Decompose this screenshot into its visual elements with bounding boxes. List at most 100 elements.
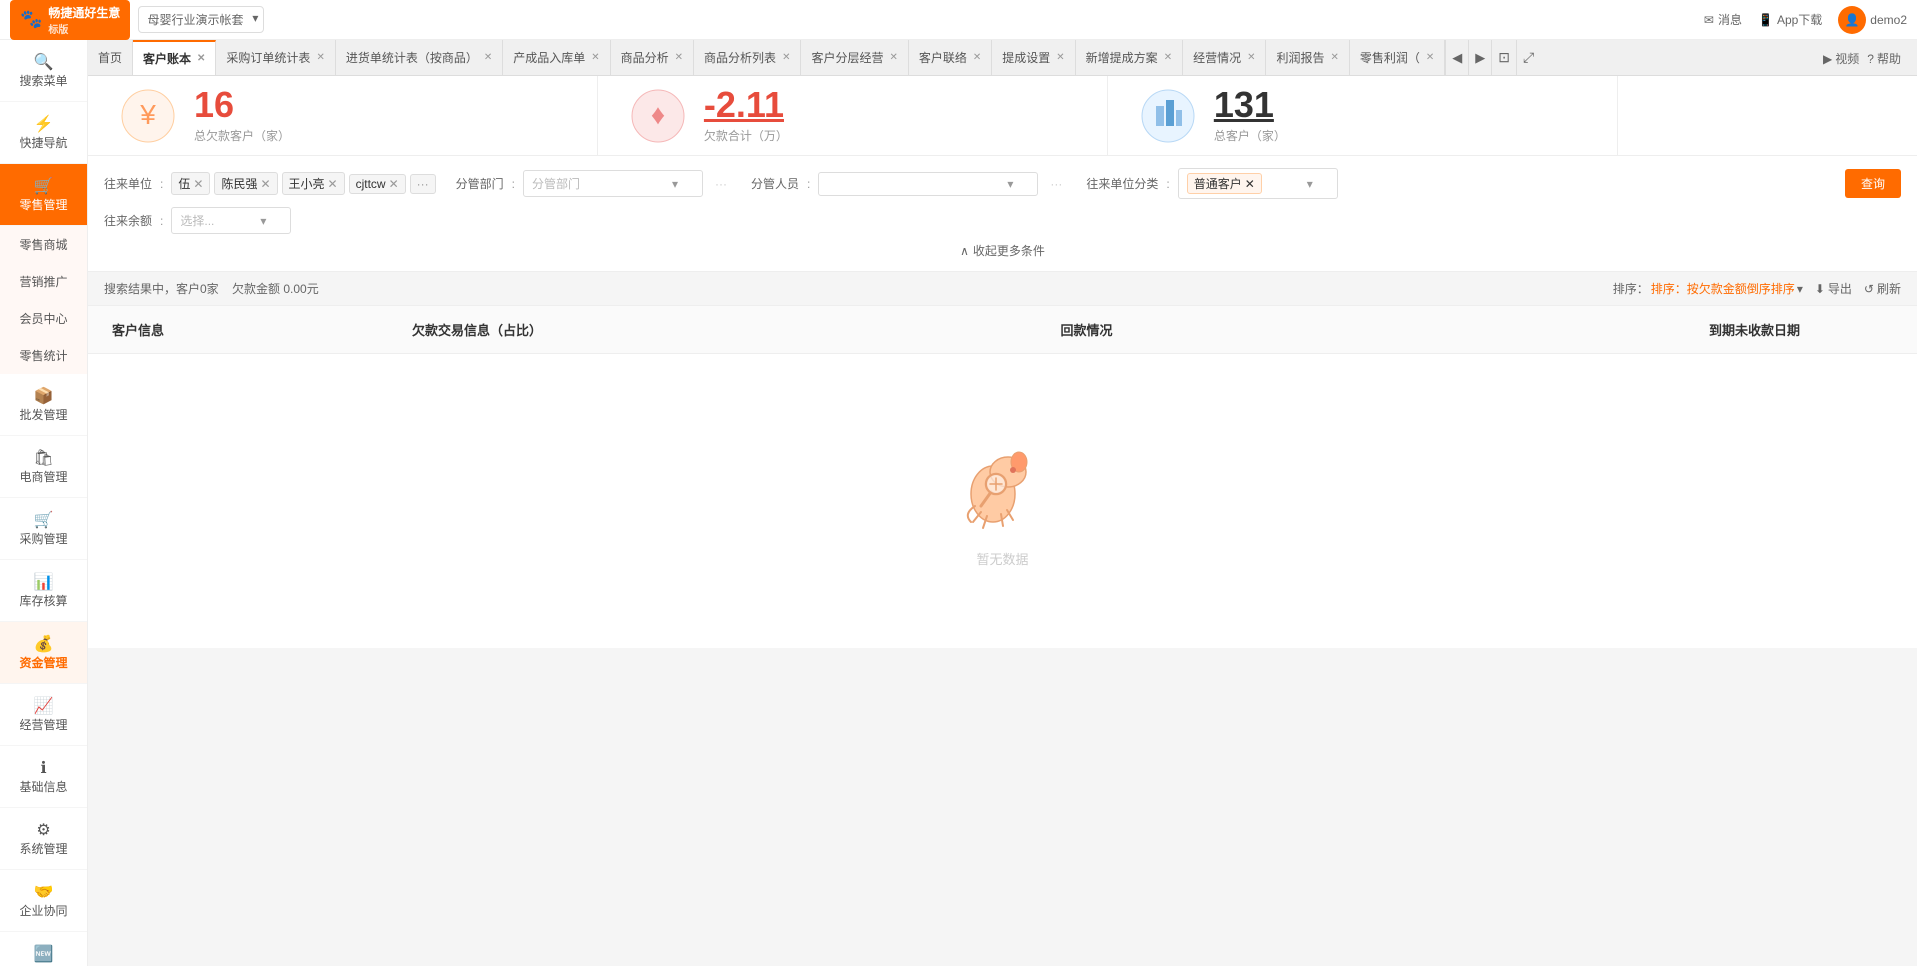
- tab-profit-report[interactable]: 利润报告 ✕: [1266, 40, 1349, 76]
- unit-tag-more[interactable]: ···: [410, 174, 436, 194]
- collapse-btn[interactable]: ∧ 收起更多条件: [104, 242, 1901, 259]
- sidebar-item-basic-info[interactable]: ℹ 基础信息: [0, 746, 87, 808]
- data-table: 客户信息 欠款交易信息（占比） 回款情况 到期未收款日期: [88, 306, 1917, 648]
- top-bar-right: ✉ 消息 📱 App下载 👤 demo2: [1704, 6, 1907, 34]
- purchase-icon: 🛒: [8, 510, 79, 530]
- tab-proposal-settings[interactable]: 提成设置 ✕: [992, 40, 1075, 76]
- empty-state: 暂无数据: [88, 354, 1917, 648]
- person-colon: :: [807, 177, 810, 191]
- search-icon: 🔍: [8, 52, 79, 72]
- unit-tag-1-remove[interactable]: ✕: [193, 177, 203, 191]
- sidebar-item-retail-stats[interactable]: 零售统计: [0, 337, 87, 374]
- sidebar-item-marketing[interactable]: 营销推广: [0, 263, 87, 300]
- tab-goods-analysis-list[interactable]: 商品分析列表 ✕: [694, 40, 801, 76]
- stat-number-debt: -2.11: [704, 87, 788, 123]
- unit-tag-2-remove[interactable]: ✕: [260, 177, 270, 191]
- person-label: 分管人员: [751, 175, 799, 192]
- tab-close-production-stock[interactable]: ✕: [591, 52, 599, 63]
- tab-close-purchase-stats[interactable]: ✕: [484, 52, 492, 63]
- tab-close-goods-analysis[interactable]: ✕: [675, 52, 683, 63]
- tab-home[interactable]: 首页: [88, 40, 133, 76]
- tab-goods-analysis[interactable]: 商品分析 ✕: [611, 40, 694, 76]
- msg-btn[interactable]: ✉ 消息: [1704, 11, 1742, 28]
- unit-type-colon: :: [1166, 177, 1169, 191]
- chevron-up-icon: ∧: [960, 244, 969, 258]
- tab-accounts[interactable]: 客户账本 ✕: [133, 40, 216, 76]
- refresh-btn[interactable]: ↺ 刷新: [1864, 280, 1901, 297]
- tab-close-proposal-settings[interactable]: ✕: [1056, 52, 1064, 63]
- unit-colon: :: [160, 177, 163, 191]
- stat-number-all: 131: [1214, 87, 1286, 123]
- sort-chevron-icon: ▾: [1797, 282, 1803, 296]
- tab-close-new-proposal[interactable]: ✕: [1164, 52, 1172, 63]
- unit-type-input[interactable]: 普通客户 ✕ ▾: [1178, 168, 1338, 199]
- tab-close-profit-report[interactable]: ✕: [1331, 52, 1339, 63]
- msg-icon: ✉: [1704, 13, 1714, 27]
- tab-customer-contact[interactable]: 客户联络 ✕: [909, 40, 992, 76]
- app-download-btn[interactable]: 📱 App下载: [1758, 11, 1822, 28]
- sort-btn[interactable]: 排序： 排序：按欠款金额倒序排序 ▾: [1613, 280, 1803, 297]
- tab-production-stock[interactable]: 产成品入库单 ✕: [503, 40, 610, 76]
- sidebar-item-quick-nav[interactable]: ⚡ 快捷导航: [0, 102, 87, 164]
- stat-card-customers: ¥ 16 总欠款客户（家）: [88, 76, 598, 155]
- guide-icon: 🆕: [8, 944, 79, 964]
- tab-close-retail-profit[interactable]: ✕: [1426, 52, 1434, 63]
- inventory-icon: 📊: [8, 572, 79, 592]
- dept-label: 分管部门: [456, 175, 504, 192]
- tab-bar: 首页 客户账本 ✕ 采购订单统计表 ✕ 进货单统计表（按商品） ✕ 产成品入库单…: [88, 40, 1917, 76]
- sidebar-item-wholesale[interactable]: 📦 批发管理: [0, 374, 87, 436]
- sidebar-item-new-guide[interactable]: 🆕 新手引导: [0, 932, 87, 966]
- tab-purchase-stats[interactable]: 进货单统计表（按商品） ✕: [336, 40, 503, 76]
- stat-info-customers: 16 总欠款客户（家）: [194, 87, 290, 144]
- dept-input[interactable]: 分管部门 ▾: [523, 170, 703, 197]
- user-menu[interactable]: 👤 demo2: [1838, 6, 1907, 34]
- sidebar-item-retail[interactable]: 🛒 零售管理: [0, 164, 87, 226]
- stat-card-debt: ♦ -2.11 欠款合计（万）: [598, 76, 1108, 155]
- tab-close-customer-contact[interactable]: ✕: [973, 52, 981, 63]
- person-input[interactable]: ▾: [818, 172, 1038, 196]
- tab-close-goods-analysis-list[interactable]: ✕: [782, 52, 790, 63]
- sidebar-item-system[interactable]: ⚙ 系统管理: [0, 808, 87, 870]
- tab-customer-segment[interactable]: 客户分层经营 ✕: [801, 40, 908, 76]
- sidebar-item-member[interactable]: 会员中心: [0, 300, 87, 337]
- tab-fullscreen[interactable]: ⤢: [1516, 40, 1540, 76]
- content-area: 首页 客户账本 ✕ 采购订单统计表 ✕ 进货单统计表（按商品） ✕ 产成品入库单…: [88, 40, 1917, 966]
- tab-nav-prev[interactable]: ◀: [1445, 40, 1468, 76]
- results-summary: 搜索结果中，客户0家 欠款金额 0.00元: [104, 280, 319, 297]
- stat-icon-all: [1138, 86, 1198, 146]
- tab-close-operations[interactable]: ✕: [1247, 52, 1255, 63]
- export-btn[interactable]: ⬇ 导出: [1815, 280, 1852, 297]
- finance-icon: 💰: [8, 634, 79, 654]
- sidebar-item-retail-mall[interactable]: 零售商城: [0, 226, 87, 263]
- sidebar-item-search[interactable]: 🔍 搜索菜单: [0, 40, 87, 102]
- tab-expand[interactable]: ⊡: [1491, 40, 1516, 76]
- sidebar-item-operations-mgmt[interactable]: 📈 经营管理: [0, 684, 87, 746]
- unit-tag-3-remove[interactable]: ✕: [328, 177, 338, 191]
- balance-colon: :: [160, 214, 163, 228]
- query-button[interactable]: 查询: [1845, 169, 1901, 198]
- sidebar-item-enterprise[interactable]: 🤝 企业协同: [0, 870, 87, 932]
- stat-number-customers: 16: [194, 87, 290, 123]
- tab-new-proposal[interactable]: 新增提成方案 ✕: [1076, 40, 1183, 76]
- stat-info-all: 131 总客户（家）: [1214, 87, 1286, 144]
- svg-text:¥: ¥: [139, 99, 156, 130]
- tab-close-purchase-summary[interactable]: ✕: [316, 52, 324, 63]
- wholesale-icon: 📦: [8, 386, 79, 406]
- tab-nav-next[interactable]: ▶: [1468, 40, 1491, 76]
- unit-tag-4-remove[interactable]: ✕: [389, 177, 399, 191]
- balance-input[interactable]: 选择... ▾: [171, 207, 291, 234]
- tab-purchase-summary[interactable]: 采购订单统计表 ✕: [216, 40, 335, 76]
- stats-area: ▶ 视频 ? 帮助 ¥: [88, 76, 1917, 156]
- tab-operations[interactable]: 经营情况 ✕: [1183, 40, 1266, 76]
- sidebar-item-finance[interactable]: 💰 资金管理: [0, 622, 87, 684]
- tab-close-customer-segment[interactable]: ✕: [889, 52, 897, 63]
- tab-close-accounts[interactable]: ✕: [197, 53, 205, 64]
- sidebar-item-purchase[interactable]: 🛒 采购管理: [0, 498, 87, 560]
- account-dropdown[interactable]: 母婴行业演示帐套: [138, 6, 264, 33]
- stat-icon-debt: ♦: [628, 86, 688, 146]
- sidebar-item-inventory[interactable]: 📊 库存核算: [0, 560, 87, 622]
- tab-retail-profit[interactable]: 零售利润（ ✕: [1350, 40, 1445, 76]
- sidebar-item-ecommerce[interactable]: 🛍 电商管理: [0, 436, 87, 498]
- unit-type-tag-remove[interactable]: ✕: [1245, 177, 1255, 191]
- avatar: 👤: [1838, 6, 1866, 34]
